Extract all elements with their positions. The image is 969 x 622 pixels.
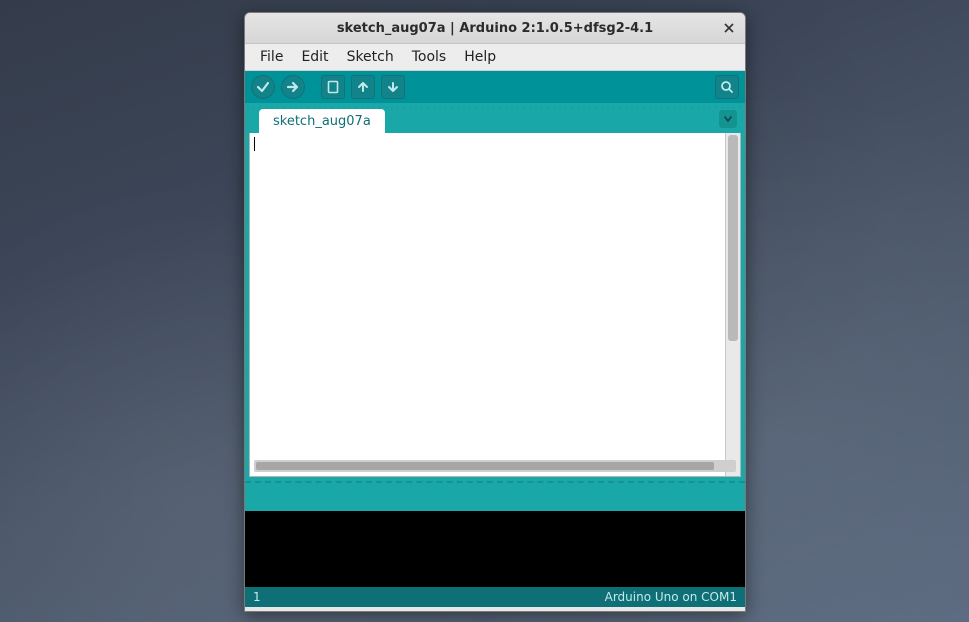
tab-active[interactable]: sketch_aug07a [259, 109, 385, 133]
window-titlebar[interactable]: sketch_aug07a | Arduino 2:1.0.5+dfsg2-4.… [245, 13, 745, 44]
window-title: sketch_aug07a | Arduino 2:1.0.5+dfsg2-4.… [337, 21, 653, 36]
verify-button[interactable] [251, 75, 275, 99]
text-cursor [254, 137, 255, 151]
check-icon [255, 79, 271, 95]
output-console[interactable] [245, 511, 745, 587]
vertical-scroll-thumb[interactable] [728, 135, 738, 341]
menu-file[interactable]: File [251, 46, 292, 68]
arrow-up-icon [355, 79, 371, 95]
desktop-background: sketch_aug07a | Arduino 2:1.0.5+dfsg2-4.… [0, 0, 969, 622]
editor-frame [249, 133, 741, 477]
tab-label: sketch_aug07a [273, 114, 371, 129]
serial-monitor-button[interactable] [715, 75, 739, 99]
code-editor[interactable] [250, 133, 725, 476]
editor-container [245, 133, 745, 481]
open-sketch-button[interactable] [351, 75, 375, 99]
menu-bar: File Edit Sketch Tools Help [245, 44, 745, 71]
tab-strip-texture [245, 106, 745, 109]
toolbar [245, 71, 745, 103]
status-message-bar [245, 481, 745, 511]
arrow-right-icon [285, 79, 301, 95]
tab-menu-button[interactable] [719, 110, 737, 128]
window-close-button[interactable] [719, 18, 739, 38]
tab-strip: sketch_aug07a [245, 103, 745, 133]
magnifier-icon [719, 79, 735, 95]
menu-edit[interactable]: Edit [292, 46, 337, 68]
arduino-window: sketch_aug07a | Arduino 2:1.0.5+dfsg2-4.… [244, 12, 746, 612]
upload-button[interactable] [281, 75, 305, 99]
vertical-scrollbar[interactable] [725, 133, 740, 476]
arrow-down-icon [385, 79, 401, 95]
menu-tools[interactable]: Tools [403, 46, 456, 68]
status-footer: 1 Arduino Uno on COM1 [245, 587, 745, 607]
board-port-label: Arduino Uno on COM1 [605, 590, 737, 604]
chevron-down-icon [723, 114, 733, 124]
close-icon [724, 23, 734, 33]
file-icon [325, 79, 341, 95]
horizontal-scroll-thumb[interactable] [256, 462, 714, 470]
horizontal-scrollbar[interactable] [254, 460, 736, 472]
menu-help[interactable]: Help [455, 46, 505, 68]
menu-sketch[interactable]: Sketch [338, 46, 403, 68]
line-number: 1 [253, 590, 261, 604]
save-sketch-button[interactable] [381, 75, 405, 99]
new-sketch-button[interactable] [321, 75, 345, 99]
